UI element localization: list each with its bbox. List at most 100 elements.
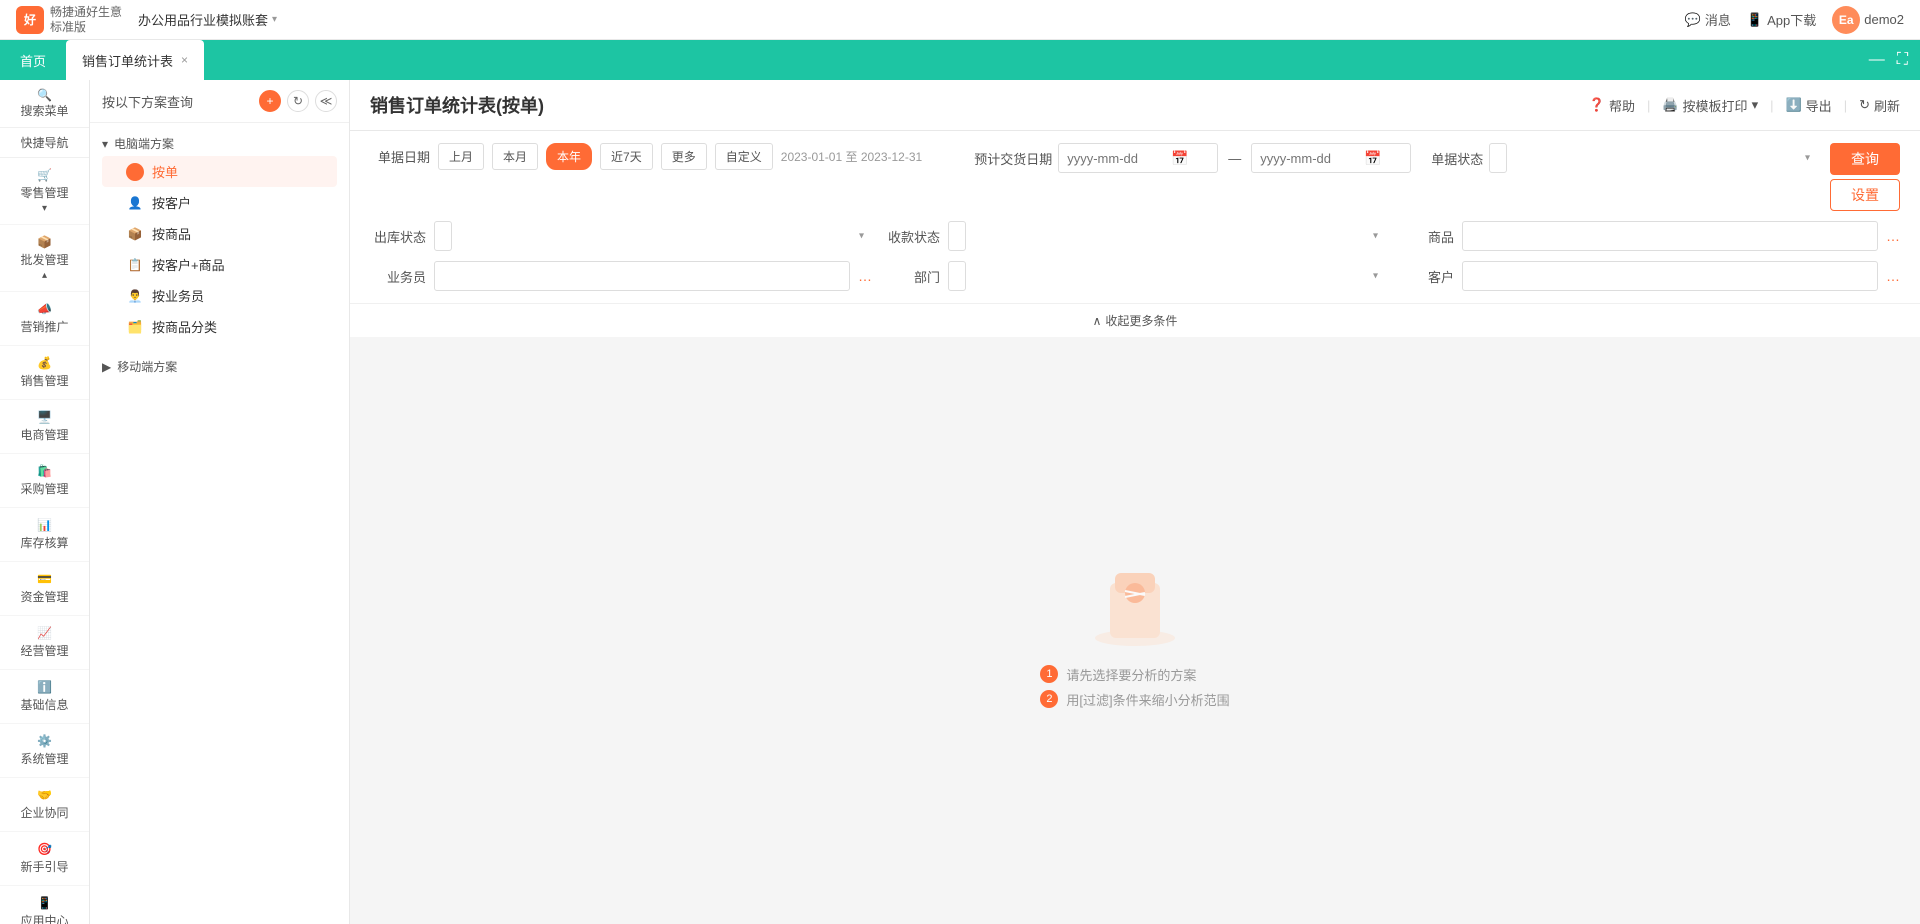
sidebar-search[interactable]: 🔍 搜索菜单 [0,80,89,128]
query-button[interactable]: 查询 [1830,143,1900,175]
receipt-status-select[interactable] [948,221,966,251]
customer-more-icon[interactable]: … [1886,268,1900,284]
ship-status-cell: 出库状态 ▾ [370,221,872,251]
sidebar-item-marketing[interactable]: 📣 营销推广 [0,292,89,346]
sidebar-item-inventory[interactable]: 📊 库存核算 [0,508,89,562]
customer-label: 客户 [1398,267,1454,286]
receipt-chevron-icon: ▾ [1373,231,1378,242]
more-date-button[interactable]: 更多 [661,143,707,170]
collapse-panel-button[interactable]: ≪ [315,90,337,112]
sidebar-item-operation[interactable]: 📈 经营管理 [0,616,89,670]
sidebar-item-retail[interactable]: 🛒 零售管理 ▾ [0,158,89,225]
help-button[interactable]: ❓ 帮助 [1589,96,1635,115]
goods-input[interactable] [1462,221,1878,251]
scheme-item-by-customer-goods[interactable]: 📋 按客户+商品 [102,249,337,280]
empty-hint-2: 2 用[过滤]条件来缩小分析范围 [1040,690,1229,709]
tab-maximize-button[interactable]: ⛶ [1893,47,1912,73]
empty-illustration [1075,553,1195,653]
tab-home[interactable]: 首页 [0,40,66,80]
message-button[interactable]: 💬 消息 [1685,10,1731,29]
download-icon: 📱 [1747,12,1763,28]
export-button[interactable]: ⬇️ 导出 [1785,96,1831,115]
setting-button[interactable]: 设置 [1830,179,1900,211]
enterprise-icon: 🤝 [37,788,52,802]
tab-sales-order[interactable]: 销售订单统计表 × [66,40,204,80]
user-profile[interactable]: Ea demo2 [1832,6,1904,34]
sidebar-item-newbie[interactable]: 🎯 新手引导 [0,832,89,886]
ecommerce-icon: 🖥️ [37,410,52,424]
refresh-scheme-button[interactable]: ↻ [287,90,309,112]
custom-date-button[interactable]: 自定义 [715,143,773,170]
template-print-button[interactable]: 🖨️ 按模板打印 ▾ [1662,96,1758,115]
department-label: 部门 [884,267,940,286]
chevron-right-icon: ▶ [102,360,111,374]
search-icon: 🔍 [8,88,81,102]
salesperson-more-icon[interactable]: … [858,268,872,284]
status-chevron-icon: ▾ [1805,153,1810,164]
salesperson-input[interactable] [434,261,850,291]
date-range-display: 2023-01-01 至 2023-12-31 [781,148,922,165]
sidebar-item-wholesale[interactable]: 📦 批发管理 ▴ [0,225,89,292]
app-download-button[interactable]: 📱 App下载 [1747,10,1816,29]
print-chevron-icon: ▾ [1752,97,1759,113]
sidebar: 🔍 搜索菜单 快捷导航 🛒 零售管理 ▾ 📦 批发管理 ▴ 📣 营销推广 💰 销… [0,80,90,924]
sidebar-item-purchase[interactable]: 🛍️ 采购管理 [0,454,89,508]
sidebar-item-sales[interactable]: 💰 销售管理 [0,346,89,400]
customer-input[interactable] [1462,261,1878,291]
salesperson-cell: 业务员 … [370,261,872,291]
page-header: 销售订单统计表(按单) ❓ 帮助 | 🖨️ 按模板打印 ▾ | [350,80,1920,131]
scheme-item-by-goods[interactable]: 📦 按商品 [102,218,337,249]
mobile-scheme-group-header[interactable]: ▶ 移动端方案 [102,354,349,379]
logo-area: 好 畅捷通好生意 标准版 [16,5,122,34]
page-actions: ❓ 帮助 | 🖨️ 按模板打印 ▾ | ⬇️ 导出 [1589,96,1900,115]
cg-scheme-icon: 📋 [126,256,144,274]
department-select[interactable] [948,261,966,291]
empty-hint-1: 1 请先选择要分析的方案 [1040,665,1229,684]
left-panel-actions: + ↻ ≪ [259,90,337,112]
sidebar-item-basic[interactable]: ℹ️ 基础信息 [0,670,89,724]
inventory-icon: 📊 [37,518,52,532]
pc-scheme-group-header[interactable]: ▾ 电脑端方案 [102,131,337,156]
customer-cell: 客户 … [1398,261,1900,291]
refresh-button[interactable]: ↻ 刷新 [1859,96,1900,115]
calendar-end-icon[interactable]: 📅 [1364,150,1381,167]
sidebar-item-finance[interactable]: 💳 资金管理 [0,562,89,616]
basic-icon: ℹ️ [37,680,52,694]
this-year-button[interactable]: 本年 [546,143,592,170]
goods-more-icon[interactable]: … [1886,228,1900,244]
chevron-down-icon: ▾ [272,14,277,25]
scheme-item-by-customer[interactable]: 👤 按客户 [102,187,337,218]
empty-hints: 1 请先选择要分析的方案 2 用[过滤]条件来缩小分析范围 [1040,665,1229,709]
salesperson-scheme-icon: 👨‍💼 [126,287,144,305]
sidebar-quick-nav[interactable]: 快捷导航 [0,128,89,158]
scheme-item-by-salesperson[interactable]: 👨‍💼 按业务员 [102,280,337,311]
app-selector[interactable]: 办公用品行业模拟账套 ▾ [130,6,285,33]
bill-status-select[interactable] [1489,143,1507,173]
add-scheme-button[interactable]: + [259,90,281,112]
expected-date-start-input[interactable] [1067,151,1167,166]
expected-date-end-input[interactable] [1260,151,1360,166]
department-cell: 部门 ▾ [884,261,1386,291]
refresh-icon: ↻ [1859,97,1870,113]
sidebar-item-system[interactable]: ⚙️ 系统管理 [0,724,89,778]
this-month-button[interactable]: 本月 [492,143,538,170]
page-title: 销售订单统计表(按单) [370,92,544,118]
apps-icon: 📱 [37,896,52,910]
goods-scheme-icon: 📦 [126,225,144,243]
sidebar-item-apps[interactable]: 📱 应用中心 [0,886,89,924]
category-scheme-icon: 🗂️ [126,318,144,336]
logo-icon: 好 [16,6,44,34]
sidebar-item-enterprise[interactable]: 🤝 企业协同 [0,778,89,832]
ship-status-select-wrapper: ▾ [434,221,872,251]
help-icon: ❓ [1589,97,1605,113]
last-month-button[interactable]: 上月 [438,143,484,170]
scheme-item-by-order[interactable]: 按单 [102,156,337,187]
collapse-bar[interactable]: ∧ 收起更多条件 [350,303,1920,337]
tab-minimize-button[interactable]: — [1865,47,1889,73]
last7days-button[interactable]: 近7天 [600,143,653,170]
scheme-item-by-category[interactable]: 🗂️ 按商品分类 [102,311,337,342]
sidebar-item-ecommerce[interactable]: 🖥️ 电商管理 [0,400,89,454]
calendar-start-icon[interactable]: 📅 [1171,150,1188,167]
tab-close-icon[interactable]: × [181,53,188,67]
ship-status-select[interactable] [434,221,452,251]
